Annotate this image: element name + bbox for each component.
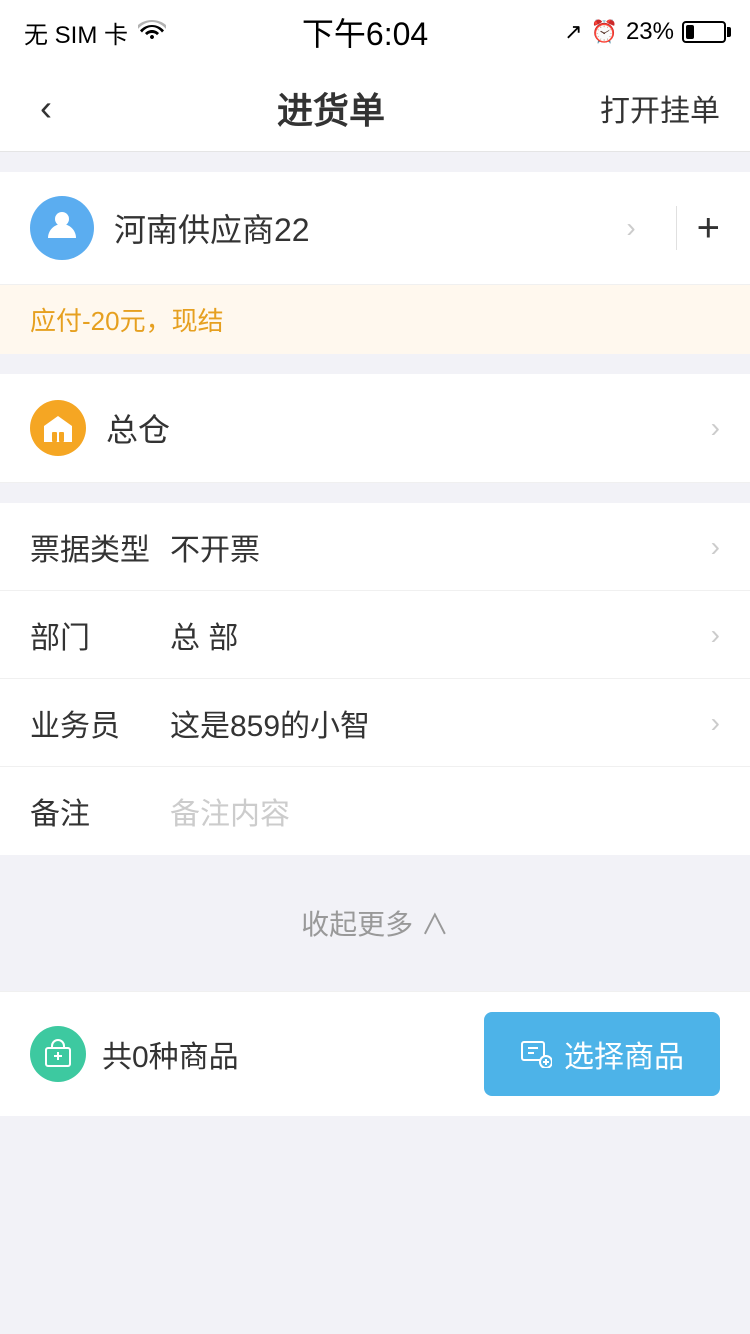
warehouse-name: 总仓 [106,405,711,451]
open-pending-button[interactable]: 打开挂单 [600,86,720,130]
warehouse-row[interactable]: 总仓 › [0,374,750,483]
payment-notice: 应付-20元，现结 [0,285,750,354]
invoice-label: 票据类型 [30,525,170,569]
status-carrier: 无 SIM 卡 [24,15,166,50]
location-icon: ↗ [564,19,582,45]
nav-bar: ‹ 进货单 打开挂单 [0,64,750,152]
form-section: 票据类型 不开票 › 部门 总 部 › 业务员 这是859的小智 › 备注 备注… [0,503,750,855]
bottom-bar: 共0种商品 选择商品 [0,991,750,1116]
remark-label: 备注 [30,789,170,833]
collapse-button[interactable]: 收起更多 ∧ [0,875,750,971]
supplier-name: 河南供应商22 [114,205,626,251]
salesperson-value: 这是859的小智 [170,701,701,745]
carrier-text: 无 SIM 卡 [24,15,128,50]
notice-text: 应付-20元，现结 [30,306,224,336]
product-icon [42,1038,74,1070]
status-right: ↗ ⏰ 23% [564,18,726,46]
supplier-chevron-icon: › [626,212,635,244]
invoice-chevron-icon: › [711,531,720,563]
invoice-value: 不开票 [170,525,701,569]
supplier-row[interactable]: 河南供应商22 › + [0,172,750,285]
gap-1 [0,354,750,374]
supplier-avatar [30,196,94,260]
department-row[interactable]: 部门 总 部 › [0,591,750,679]
battery-icon [682,21,726,43]
supplier-divider [676,206,677,250]
battery-text: 23% [626,18,674,46]
select-product-button[interactable]: 选择商品 [484,1012,720,1096]
remark-placeholder: 备注内容 [170,789,720,833]
select-product-icon [520,1040,552,1068]
back-button[interactable]: ‹ [30,77,62,139]
status-time: 下午6:04 [302,9,428,55]
product-count-wrap: 共0种商品 [30,1026,239,1082]
department-value: 总 部 [170,613,701,657]
page-title: 进货单 [277,82,385,134]
alarm-icon: ⏰ [591,19,618,45]
status-bar: 无 SIM 卡 下午6:04 ↗ ⏰ 23% [0,0,750,64]
remark-row[interactable]: 备注 备注内容 [0,767,750,855]
select-product-label: 选择商品 [564,1032,684,1076]
add-supplier-button[interactable]: + [697,206,720,251]
warehouse-chevron-icon: › [711,412,720,444]
salesperson-label: 业务员 [30,701,170,745]
warehouse-icon [42,412,74,444]
collapse-label: 收起更多 ∧ [301,903,449,943]
warehouse-icon-wrap [30,400,86,456]
invoice-type-row[interactable]: 票据类型 不开票 › [0,503,750,591]
department-chevron-icon: › [711,619,720,651]
wifi-icon [138,18,166,46]
top-divider [0,152,750,172]
salesperson-row[interactable]: 业务员 这是859的小智 › [0,679,750,767]
product-icon-wrap [30,1026,86,1082]
department-label: 部门 [30,613,170,657]
avatar-icon [44,206,80,250]
supplier-section: 河南供应商22 › + 应付-20元，现结 [0,172,750,354]
product-count-text: 共0种商品 [102,1032,239,1076]
salesperson-chevron-icon: › [711,707,720,739]
